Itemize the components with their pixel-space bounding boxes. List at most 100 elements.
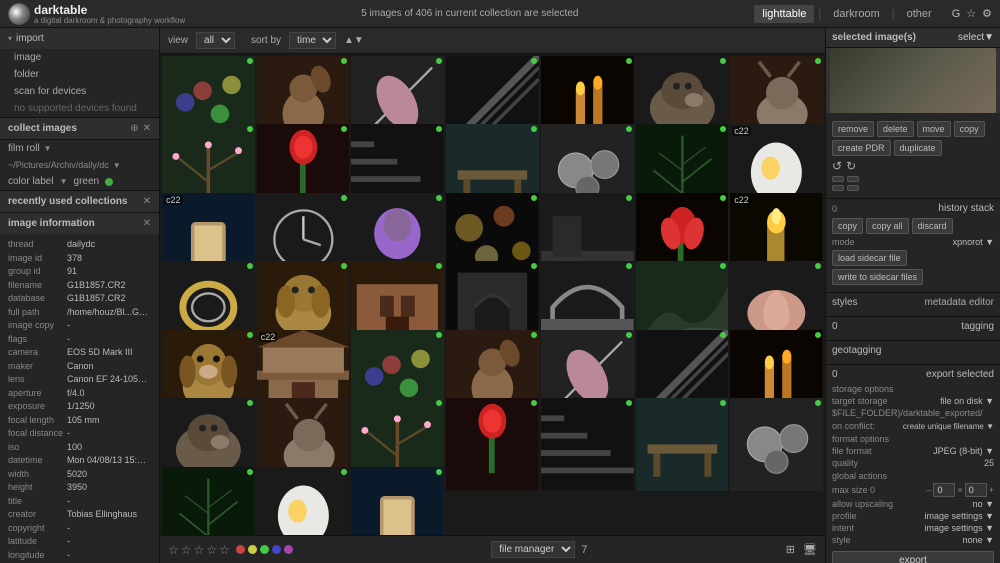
collect-icon-1[interactable]: ⊕ bbox=[130, 123, 138, 134]
info-row: focal distance- bbox=[8, 427, 151, 441]
rs-upscale-val[interactable]: no ▼ bbox=[973, 499, 994, 509]
logo-text: darktable bbox=[34, 3, 185, 17]
rs-action-row-2: create PDR duplicate bbox=[832, 140, 994, 156]
info-label: latitude bbox=[8, 535, 63, 549]
star-rating[interactable]: ☆☆☆☆☆ bbox=[168, 543, 230, 557]
copy-button[interactable]: copy bbox=[954, 121, 985, 137]
thumbnail-cell[interactable] bbox=[351, 467, 444, 535]
info-row: image id378 bbox=[8, 252, 151, 266]
rotate-cw-icon[interactable]: ↻ bbox=[846, 159, 856, 173]
recently-header[interactable]: recently used collections ✕ bbox=[0, 191, 159, 212]
star-4[interactable]: ☆ bbox=[206, 543, 217, 557]
rotate-ccw-icon[interactable]: ↺ bbox=[832, 159, 842, 173]
sort-select[interactable]: time bbox=[289, 32, 336, 49]
bottom-right: ⊞ 🖥 bbox=[786, 543, 817, 556]
info-row: longitude- bbox=[8, 549, 151, 563]
color-dot-yellow[interactable] bbox=[248, 545, 257, 554]
rs-history-btns: copy copy all discard bbox=[832, 218, 994, 234]
tab-other[interactable]: other bbox=[899, 5, 940, 23]
tab-lighttable[interactable]: lighttable bbox=[754, 5, 814, 23]
sidebar-item-image[interactable]: image bbox=[0, 49, 159, 66]
right-sidebar: selected image(s) select▼ remove delete … bbox=[825, 28, 1000, 563]
info-label: focal length bbox=[8, 414, 63, 428]
info-value: f/4.0 bbox=[67, 387, 85, 401]
rs-mini-thumb bbox=[830, 48, 995, 113]
sidebar-item-folder[interactable]: folder bbox=[0, 66, 159, 83]
thumbnail-cell[interactable] bbox=[541, 398, 634, 491]
bottom-left: ☆☆☆☆☆ bbox=[168, 543, 293, 557]
monitor-icon[interactable]: 🖥 bbox=[803, 543, 817, 556]
rs-tagging-label[interactable]: tagging bbox=[961, 321, 994, 332]
thumb-indicator bbox=[247, 263, 253, 269]
thumb-label: c22 bbox=[732, 126, 751, 136]
info-label: maker bbox=[8, 360, 63, 374]
thumbnail-cell[interactable] bbox=[257, 467, 350, 535]
rs-intent-val[interactable]: image settings ▼ bbox=[925, 523, 994, 533]
markup-button[interactable] bbox=[847, 185, 859, 191]
info-value: 5020 bbox=[67, 468, 87, 482]
rs-quality-val[interactable]: 25 bbox=[984, 458, 994, 468]
view-select[interactable]: all bbox=[196, 32, 235, 49]
star-1[interactable]: ☆ bbox=[168, 543, 179, 557]
export-button[interactable]: export bbox=[832, 551, 994, 563]
color-dot-blue[interactable] bbox=[272, 545, 281, 554]
star-5[interactable]: ☆ bbox=[219, 543, 230, 557]
rs-max-w-input[interactable] bbox=[933, 483, 955, 497]
g-icon[interactable]: G bbox=[952, 8, 961, 20]
create-pdr-button[interactable]: create PDR bbox=[832, 140, 891, 156]
group-button[interactable] bbox=[832, 185, 844, 191]
info-value: 100 bbox=[67, 441, 82, 455]
history-discard-button[interactable]: discard bbox=[912, 218, 953, 234]
rs-max-h-input[interactable] bbox=[965, 483, 987, 497]
rs-file-format-val[interactable]: JPEG (8-bit) ▼ bbox=[933, 446, 994, 456]
thumb-indicator bbox=[531, 332, 537, 338]
thumbnail-cell[interactable] bbox=[446, 398, 539, 491]
center-area: view all sort by time ▲▼ c22c22c22c22 ☆☆… bbox=[160, 28, 825, 563]
resync-button[interactable] bbox=[847, 176, 859, 182]
sort-arrows[interactable]: ▲▼ bbox=[344, 35, 364, 46]
rs-select-btn[interactable]: select▼ bbox=[958, 32, 994, 43]
duplicate-button[interactable]: duplicate bbox=[894, 140, 942, 156]
star-icon[interactable]: ☆ bbox=[966, 7, 976, 20]
nav-sep-1: | bbox=[818, 8, 821, 20]
star-2[interactable]: ☆ bbox=[181, 543, 192, 557]
file-manager-select[interactable]: file manager bbox=[491, 541, 575, 558]
history-copy-button[interactable]: copy bbox=[832, 218, 863, 234]
logo: darktable a digital darkroom & photograp… bbox=[8, 3, 185, 25]
rs-selected-label: selected image(s) bbox=[832, 32, 916, 43]
rs-styles-meta[interactable]: metadata editor bbox=[925, 297, 995, 308]
color-dot-green[interactable] bbox=[260, 545, 269, 554]
star-3[interactable]: ☆ bbox=[194, 543, 205, 557]
color-dot-red[interactable] bbox=[236, 545, 245, 554]
thumbnail-cell[interactable] bbox=[162, 467, 255, 535]
rs-file-format-row: file format JPEG (8-bit) ▼ bbox=[832, 446, 994, 456]
color-dot-purple[interactable] bbox=[284, 545, 293, 554]
gear-icon[interactable]: ⚙ bbox=[982, 7, 992, 20]
copy-locally-button[interactable] bbox=[832, 176, 844, 182]
rs-conflict-val[interactable]: create unique filename ▼ bbox=[903, 422, 994, 431]
sidebar-item-scan[interactable]: scan for devices bbox=[0, 83, 159, 100]
film-roll-path-row: ~/Pictures/Archiv/daily/dc ▼ bbox=[0, 157, 159, 173]
info-row: full path/home/houz/Bl...G1B1857.CR2 bbox=[8, 306, 151, 320]
rs-export-label[interactable]: export selected bbox=[926, 369, 994, 380]
write-sidecar-button[interactable]: write to sidecar files bbox=[832, 269, 923, 285]
move-button[interactable]: move bbox=[917, 121, 951, 137]
thumbnail-cell[interactable] bbox=[730, 398, 823, 491]
info-label: creator bbox=[8, 508, 63, 522]
rs-profile-val[interactable]: image settings ▼ bbox=[925, 511, 994, 521]
collect-icon-2[interactable]: ✕ bbox=[143, 123, 151, 134]
rs-mode-val[interactable]: xpnorot ▼ bbox=[953, 237, 994, 247]
thumbnail-cell[interactable] bbox=[636, 398, 729, 491]
remove-button[interactable]: remove bbox=[832, 121, 874, 137]
grid-icon[interactable]: ⊞ bbox=[786, 543, 795, 556]
rs-style-val[interactable]: none ▼ bbox=[963, 535, 994, 545]
history-copy-all-button[interactable]: copy all bbox=[866, 218, 909, 234]
thumb-indicator bbox=[531, 58, 537, 64]
rs-target-label: target storage bbox=[832, 396, 888, 406]
tab-darkroom[interactable]: darkroom bbox=[825, 5, 887, 23]
rs-target-val[interactable]: file on disk ▼ bbox=[940, 396, 994, 406]
load-sidecar-button[interactable]: load sidecar file bbox=[832, 250, 907, 266]
import-header[interactable]: ▾ import bbox=[0, 28, 159, 49]
rs-geotagging-label[interactable]: geotagging bbox=[832, 345, 882, 356]
delete-button[interactable]: delete bbox=[877, 121, 914, 137]
